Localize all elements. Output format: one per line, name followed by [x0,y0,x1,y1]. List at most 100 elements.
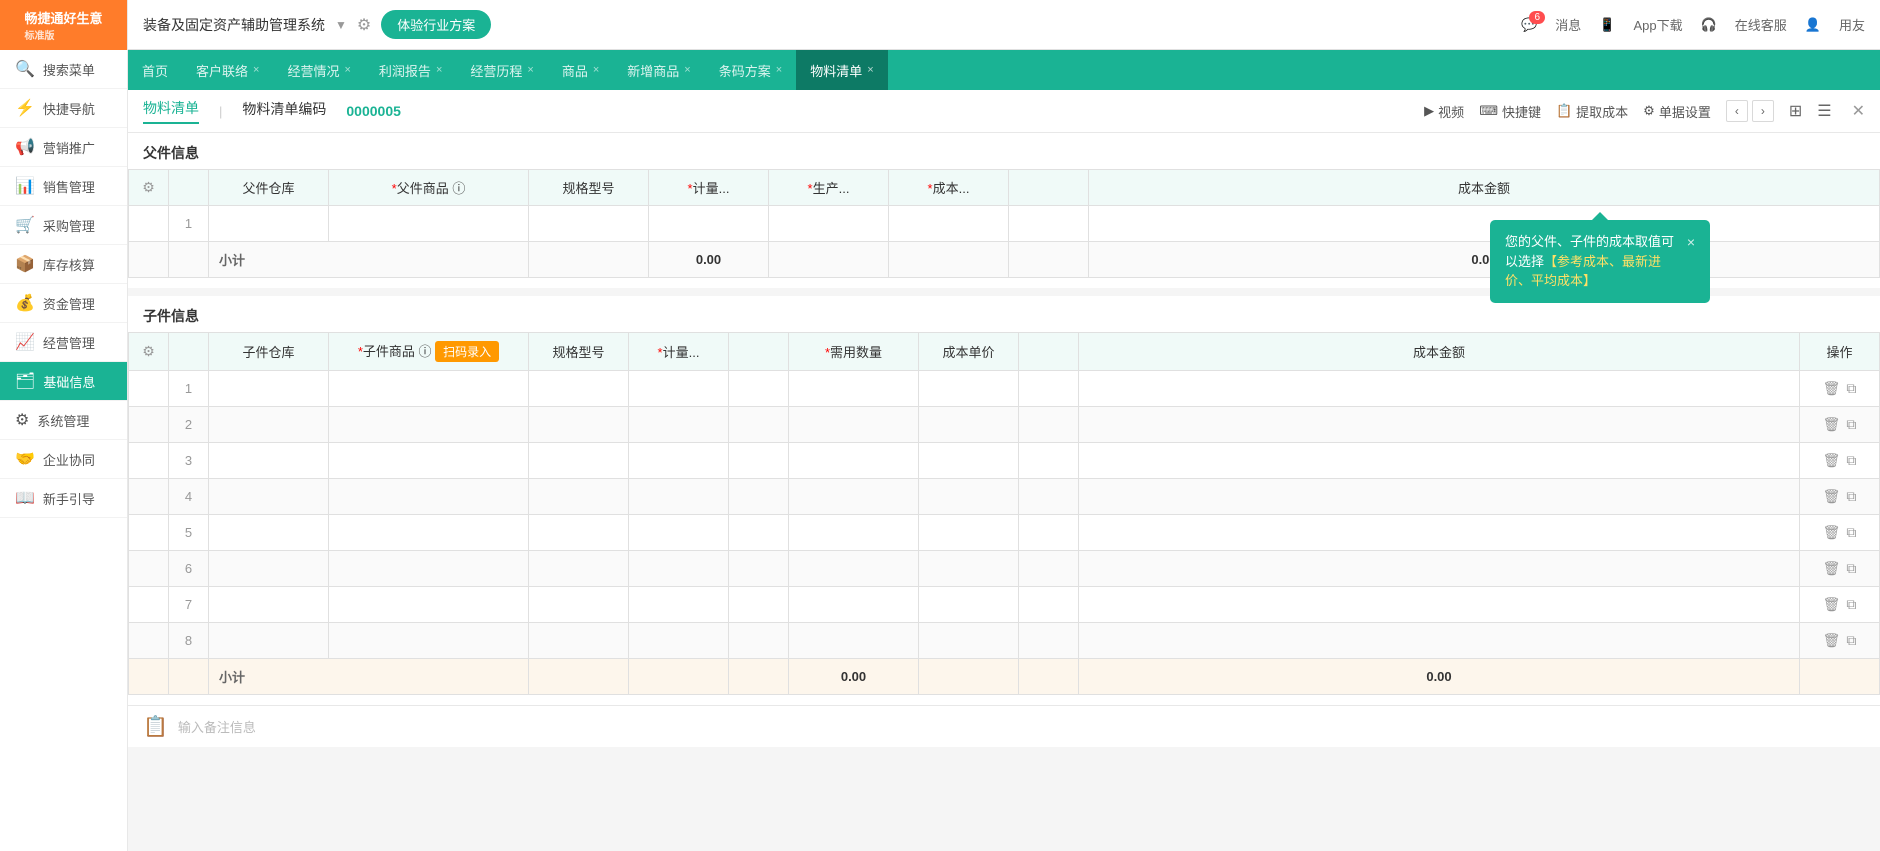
child-row-8-needed-qty[interactable] [789,623,919,659]
child-row-1-spec[interactable] [529,371,629,407]
child-row-6-goods[interactable] [329,551,529,587]
tab-customer-close[interactable]: × [253,64,259,76]
sub-tab-bom[interactable]: 物料清单 [143,98,199,124]
system-dropdown-icon[interactable]: ▼ [335,18,347,32]
child-row-5-warehouse[interactable] [209,515,329,551]
child-row-5-qty[interactable] [629,515,729,551]
child-row-2-delete-icon[interactable]: 🗑 [1823,416,1841,433]
sidebar-item-business[interactable]: 📈 经营管理 [0,323,127,362]
tab-business[interactable]: 经营情况 × [273,50,364,90]
child-row-8-spec[interactable] [529,623,629,659]
child-row-6-spec[interactable] [529,551,629,587]
child-row-2-copy-icon[interactable]: ⧉ [1846,416,1856,433]
parent-row-1-goods[interactable] [329,206,529,242]
tooltip-close-button[interactable]: × [1687,232,1695,253]
tab-home[interactable]: 首页 [128,50,182,90]
page-close-button[interactable]: ✕ [1852,101,1865,121]
parent-row-1-warehouse[interactable] [209,206,329,242]
child-row-5-goods[interactable] [329,515,529,551]
child-row-7-cost-price[interactable] [919,587,1019,623]
child-row-3-warehouse[interactable] [209,443,329,479]
parent-row-1-qty[interactable] [649,206,769,242]
sidebar-item-search[interactable]: 🔍 搜索菜单 [0,50,127,89]
child-row-3-delete-icon[interactable]: 🗑 [1823,452,1841,469]
child-row-1-qty[interactable] [629,371,729,407]
tab-profit[interactable]: 利润报告 × [365,50,456,90]
child-row-5-delete-icon[interactable]: 🗑 [1823,524,1841,541]
child-row-4-spec[interactable] [529,479,629,515]
child-row-4-delete-icon[interactable]: 🗑 [1823,488,1841,505]
note-text[interactable]: 输入备注信息 [178,717,256,736]
child-row-5-copy-icon[interactable]: ⧉ [1846,524,1856,541]
tab-barcode[interactable]: 条码方案 × [705,50,796,90]
view-action[interactable]: ▶ 视频 [1424,102,1464,121]
child-row-3-qty[interactable] [629,443,729,479]
tab-bom-close[interactable]: × [867,64,873,76]
child-row-4-goods[interactable] [329,479,529,515]
child-row-6-copy-icon[interactable]: ⧉ [1846,560,1856,577]
child-row-2-spec[interactable] [529,407,629,443]
tab-goods[interactable]: 商品 × [548,50,613,90]
child-row-2-qty[interactable] [629,407,729,443]
sidebar-item-system[interactable]: ⚙ 系统管理 [0,401,127,440]
child-row-5-cost-price[interactable] [919,515,1019,551]
sidebar-item-basic-info[interactable]: 🗂 基础信息 [0,362,127,401]
child-row-8-copy-icon[interactable]: ⧉ [1846,632,1856,649]
child-row-7-copy-icon[interactable]: ⧉ [1846,596,1856,613]
sidebar-item-finance[interactable]: 💰 资金管理 [0,284,127,323]
trial-button[interactable]: 体验行业方案 [381,10,491,39]
prev-arrow[interactable]: ‹ [1726,100,1748,122]
extract-cost-action[interactable]: 📋 提取成本 [1556,102,1628,121]
child-row-5-spec[interactable] [529,515,629,551]
child-row-4-cost-price[interactable] [919,479,1019,515]
grid-view-icon[interactable]: ⊞ [1789,101,1802,121]
tab-profit-close[interactable]: × [436,64,442,76]
child-row-4-warehouse[interactable] [209,479,329,515]
child-row-1-copy-icon[interactable]: ⧉ [1846,380,1856,397]
message-badge-wrap[interactable]: 💬 6 [1521,17,1537,33]
child-row-6-needed-qty[interactable] [789,551,919,587]
child-row-3-spec[interactable] [529,443,629,479]
child-row-8-cost-price[interactable] [919,623,1019,659]
scan-button[interactable]: 扫码录入 [435,341,499,362]
child-row-1-needed-qty[interactable] [789,371,919,407]
user-label[interactable]: 用友 [1839,15,1865,34]
child-row-7-qty[interactable] [629,587,729,623]
settings-icon[interactable]: ⚙ [357,15,371,35]
child-row-2-goods[interactable] [329,407,529,443]
tab-business-close[interactable]: × [344,64,350,76]
list-view-icon[interactable]: ☰ [1817,101,1831,121]
child-row-1-goods[interactable] [329,371,529,407]
shortcut-action[interactable]: ⌨ 快捷键 [1479,102,1541,121]
child-row-7-needed-qty[interactable] [789,587,919,623]
child-row-6-delete-icon[interactable]: 🗑 [1823,560,1841,577]
parent-col-settings-icon[interactable]: ⚙ [142,179,155,195]
tab-new-goods[interactable]: 新增商品 × [613,50,704,90]
sidebar-item-enterprise[interactable]: 🤝 企业协同 [0,440,127,479]
tab-barcode-close[interactable]: × [776,64,782,76]
parent-row-1-spec[interactable] [529,206,649,242]
sidebar-item-quick-nav[interactable]: ⚡ 快捷导航 [0,89,127,128]
child-col-settings-icon[interactable]: ⚙ [142,343,155,359]
sidebar-item-purchase[interactable]: 🛒 采购管理 [0,206,127,245]
child-row-8-qty[interactable] [629,623,729,659]
child-row-1-cost-price[interactable] [919,371,1019,407]
child-row-6-cost-price[interactable] [919,551,1019,587]
tab-goods-close[interactable]: × [593,64,599,76]
sidebar-item-guide[interactable]: 📖 新手引导 [0,479,127,518]
app-download-label[interactable]: App下载 [1633,15,1682,34]
child-row-4-qty[interactable] [629,479,729,515]
tab-history-close[interactable]: × [527,64,533,76]
child-row-3-goods[interactable] [329,443,529,479]
single-settings-action[interactable]: ⚙ 单据设置 [1643,102,1711,121]
child-row-3-needed-qty[interactable] [789,443,919,479]
child-row-3-cost-price[interactable] [919,443,1019,479]
parent-row-1-produce[interactable] [769,206,889,242]
child-row-2-warehouse[interactable] [209,407,329,443]
child-row-4-needed-qty[interactable] [789,479,919,515]
child-row-8-warehouse[interactable] [209,623,329,659]
online-service-label[interactable]: 在线客服 [1735,15,1787,34]
next-arrow[interactable]: › [1752,100,1774,122]
sidebar-item-sales[interactable]: 📊 销售管理 [0,167,127,206]
child-row-7-spec[interactable] [529,587,629,623]
